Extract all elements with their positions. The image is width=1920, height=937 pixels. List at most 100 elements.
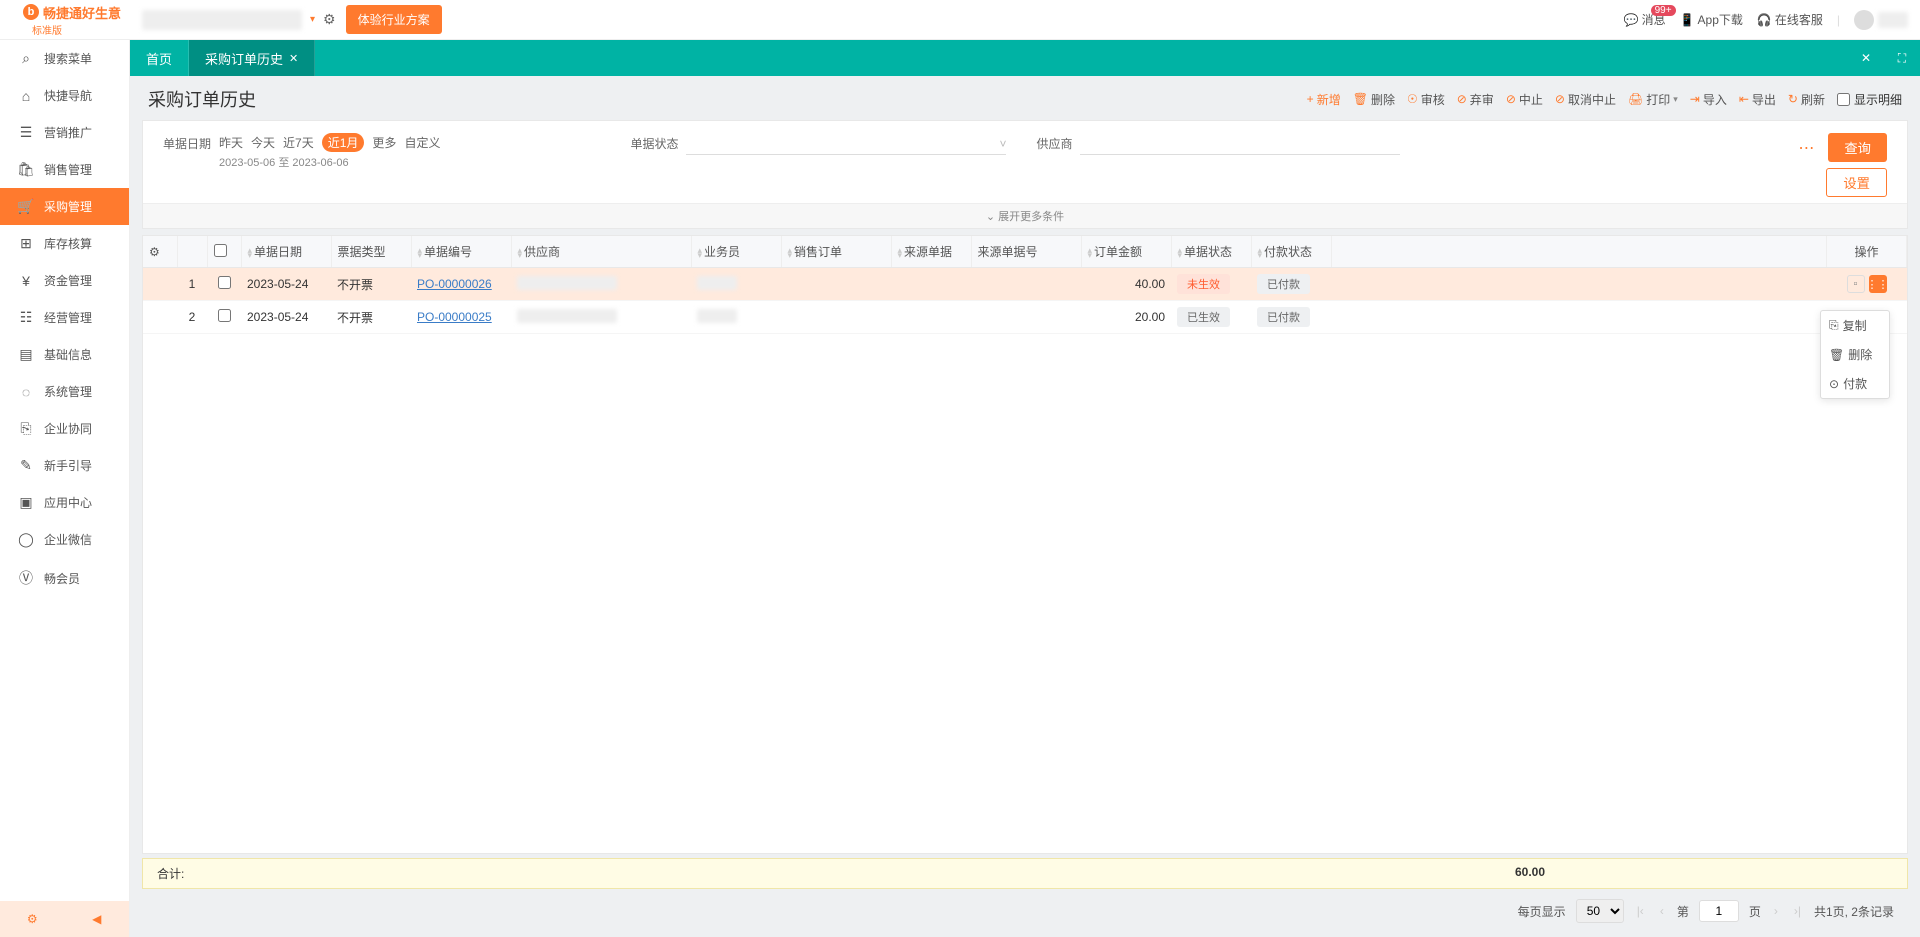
close-icon[interactable]: ✕ [289, 52, 298, 65]
sidebar-item-operation[interactable]: ☷经营管理 [0, 299, 129, 336]
th-checkbox[interactable] [207, 236, 241, 268]
sidebar-item-wecom[interactable]: ◯企业微信 [0, 521, 129, 558]
supplier-dropdown[interactable] [1080, 133, 1400, 155]
print-button[interactable]: 🖨打印▾ [1628, 91, 1678, 108]
th-supplier[interactable]: ▴▾供应商 [511, 236, 691, 268]
sidebar-item-quicknav[interactable]: ⌂快捷导航 [0, 77, 129, 114]
th-source-no[interactable]: 来源单据号 [971, 236, 1081, 268]
messages-button[interactable]: 💬 消息 99+ [1624, 11, 1666, 28]
th-source-doc[interactable]: ▴▾来源单据 [891, 236, 971, 268]
next-page-button[interactable]: › [1771, 904, 1781, 918]
page-input[interactable] [1699, 900, 1739, 922]
headset-icon: 🎧 [1757, 13, 1772, 27]
sidebar-item-label: 搜索菜单 [44, 50, 92, 67]
new-button[interactable]: +新增 [1307, 91, 1341, 108]
more-filters-button[interactable]: ⋯ [1798, 138, 1814, 158]
sidebar-item-apps[interactable]: ▣应用中心 [0, 484, 129, 521]
bag-icon: 🛍 [18, 161, 34, 178]
more-actions-icon[interactable]: ⋮⋮ [1869, 275, 1887, 293]
gear-icon[interactable]: ⚙ [323, 11, 336, 28]
sidebar-item-collab[interactable]: ⎘企业协同 [0, 410, 129, 447]
ctx-label: 复制 [1843, 317, 1867, 334]
customer-service-button[interactable]: 🎧 在线客服 [1757, 11, 1823, 28]
doc-no-link[interactable]: PO-00000025 [417, 310, 492, 324]
ctx-copy[interactable]: ⎘复制 [1821, 311, 1889, 340]
th-label: 销售订单 [794, 245, 842, 259]
th-ticket-type[interactable]: 票据类型 [331, 236, 411, 268]
th-settings[interactable]: ⚙ [143, 236, 177, 268]
table-row[interactable]: 2 2023-05-24 不开票 PO-00000025 20.00 已生效 已… [143, 301, 1907, 334]
refresh-button[interactable]: ↻刷新 [1788, 91, 1825, 108]
th-pay-status[interactable]: ▴▾付款状态 [1251, 236, 1331, 268]
org-selector[interactable]: ▾ ⚙ [142, 10, 336, 30]
export-button[interactable]: ⇤导出 [1739, 91, 1776, 108]
sidebar-item-inventory[interactable]: ⊞库存核算 [0, 225, 129, 262]
preset-7days[interactable]: 近7天 [283, 134, 314, 151]
row-checkbox[interactable] [218, 309, 231, 322]
ctx-delete[interactable]: 🗑删除 [1821, 340, 1889, 369]
select-all-checkbox[interactable] [214, 244, 227, 257]
import-button[interactable]: ⇥导入 [1690, 91, 1727, 108]
cell-index: 1 [177, 268, 207, 301]
ctx-pay[interactable]: ⊙付款 [1821, 369, 1889, 398]
cell-date: 2023-05-24 [241, 301, 331, 334]
first-page-button[interactable]: |‹ [1634, 904, 1647, 918]
preset-custom[interactable]: 自定义 [404, 134, 440, 151]
expand-conditions-button[interactable]: ⌄ 展开更多条件 [143, 203, 1907, 228]
sidebar: ⌕搜索菜单 ⌂快捷导航 ☰营销推广 🛍销售管理 🛒采购管理 ⊞库存核算 ¥资金管… [0, 40, 130, 937]
show-detail-checkbox[interactable]: 显示明细 [1837, 91, 1902, 108]
status-dropdown[interactable]: ˅ [686, 133, 1006, 155]
th-doc-no[interactable]: ▴▾单据编号 [411, 236, 511, 268]
sidebar-item-sales[interactable]: 🛍销售管理 [0, 151, 129, 188]
tab-home[interactable]: 首页 [130, 40, 189, 76]
th-operator[interactable]: ▴▾业务员 [691, 236, 781, 268]
sidebar-item-system[interactable]: ◌系统管理 [0, 373, 129, 410]
query-button[interactable]: 查询 [1828, 133, 1887, 162]
user-menu[interactable] [1854, 10, 1908, 30]
export-icon: ⇤ [1739, 92, 1749, 106]
pager-total: 共1页, 2条记录 [1814, 903, 1894, 920]
stop-button[interactable]: ⊘中止 [1506, 91, 1543, 108]
sidebar-item-marketing[interactable]: ☰营销推广 [0, 114, 129, 151]
th-date[interactable]: ▴▾单据日期 [241, 236, 331, 268]
scheme-button[interactable]: 体验行业方案 [346, 5, 442, 34]
th-sale-order[interactable]: ▴▾销售订单 [781, 236, 891, 268]
preset-more[interactable]: 更多 [372, 134, 396, 151]
sidebar-item-member[interactable]: Ⓥ畅会员 [0, 558, 129, 598]
view-row-icon[interactable]: ▫ [1847, 275, 1865, 293]
preset-1month[interactable]: 近1月 [322, 133, 365, 152]
sidebar-item-purchase[interactable]: 🛒采购管理 [0, 188, 129, 225]
status-badge: 未生效 [1177, 274, 1230, 294]
abandon-button[interactable]: ⊘弃审 [1457, 91, 1494, 108]
th-status[interactable]: ▴▾单据状态 [1171, 236, 1251, 268]
sidebar-collapse-button[interactable]: ◀ [65, 901, 130, 937]
preset-yesterday[interactable]: 昨天 [219, 134, 243, 151]
checkbox-input[interactable] [1837, 93, 1850, 106]
sidebar-item-basic[interactable]: ▤基础信息 [0, 336, 129, 373]
doc-no-link[interactable]: PO-00000026 [417, 277, 492, 291]
circle-icon: ◯ [18, 531, 34, 548]
tab-purchase-history[interactable]: 采购订单历史 ✕ [189, 40, 315, 76]
fullscreen-button[interactable]: ⛶ [1884, 40, 1920, 76]
window-icon: ⎘ [18, 420, 34, 437]
page-prefix: 第 [1677, 903, 1689, 920]
sidebar-item-guide[interactable]: ✎新手引导 [0, 447, 129, 484]
prev-page-button[interactable]: ‹ [1657, 904, 1667, 918]
audit-button[interactable]: ☉审核 [1407, 91, 1445, 108]
close-all-tabs-button[interactable]: ✕ [1848, 40, 1884, 76]
table-row[interactable]: 1 2023-05-24 不开票 PO-00000026 40.00 未生效 已… [143, 268, 1907, 301]
row-checkbox[interactable] [218, 276, 231, 289]
delete-button[interactable]: 🗑删除 [1353, 91, 1395, 108]
th-amount[interactable]: ▴▾订单金额 [1081, 236, 1171, 268]
cell-date: 2023-05-24 [241, 268, 331, 301]
logo-subtitle: 标准版 [32, 22, 62, 37]
preset-today[interactable]: 今天 [251, 134, 275, 151]
page-size-select[interactable]: 50 [1576, 899, 1624, 923]
app-download-button[interactable]: 📱 App下载 [1680, 11, 1743, 28]
last-page-button[interactable]: ›| [1791, 904, 1804, 918]
sidebar-item-search[interactable]: ⌕搜索菜单 [0, 40, 129, 77]
sidebar-settings-button[interactable]: ⚙ [0, 901, 65, 937]
settings-button[interactable]: 设置 [1826, 168, 1887, 197]
unstop-button[interactable]: ⊘取消中止 [1555, 91, 1616, 108]
sidebar-item-finance[interactable]: ¥资金管理 [0, 262, 129, 299]
